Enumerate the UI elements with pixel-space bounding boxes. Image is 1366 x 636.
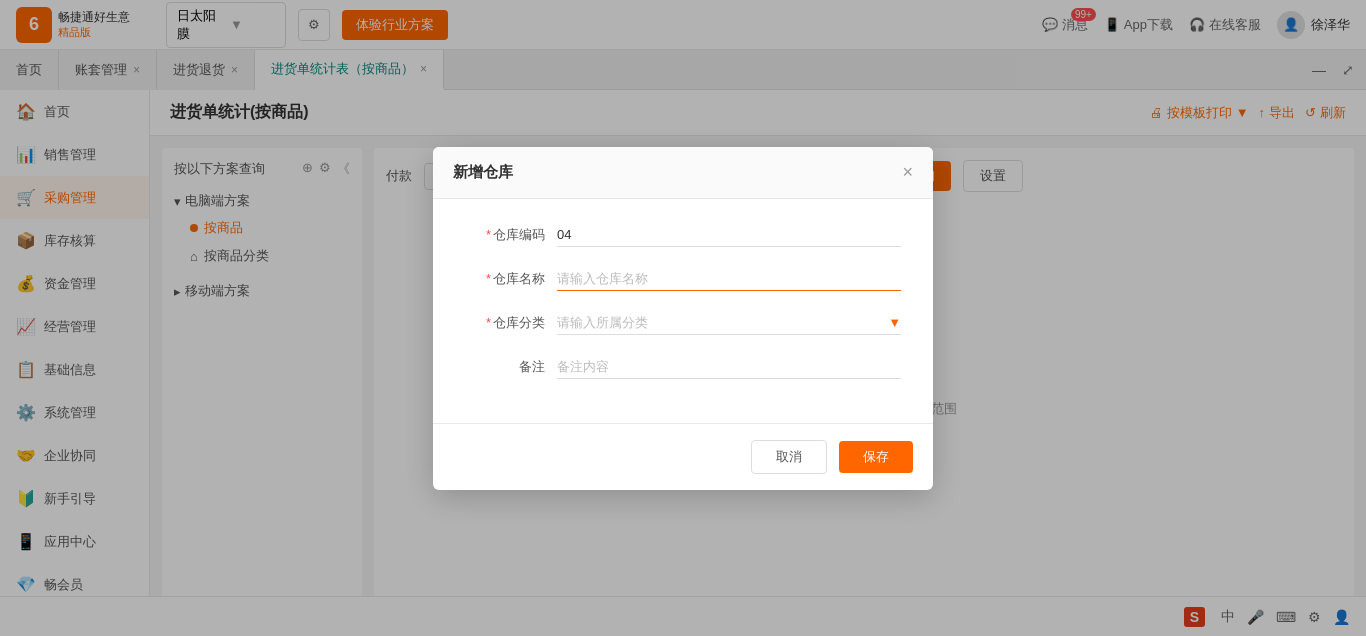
category-select-wrapper: ▼ [557,311,901,335]
cancel-button[interactable]: 取消 [751,440,827,474]
save-button[interactable]: 保存 [839,441,913,473]
remark-label: 备注 [465,358,545,376]
modal-footer: 取消 保存 [433,423,933,490]
modal-title: 新增仓库 [453,163,513,182]
name-label: 仓库名称 [465,270,545,288]
form-row-remark: 备注 [465,355,901,379]
modal-body: 仓库编码 仓库名称 仓库分类 ▼ 备注 [433,199,933,423]
remark-input[interactable] [557,355,901,379]
form-row-category: 仓库分类 ▼ [465,311,901,335]
category-label: 仓库分类 [465,314,545,332]
modal-new-warehouse: 新增仓库 × 仓库编码 仓库名称 仓库分类 ▼ 备注 [433,147,933,490]
code-input[interactable] [557,223,901,247]
name-input[interactable] [557,267,901,291]
modal-header: 新增仓库 × [433,147,933,199]
category-dropdown-icon[interactable]: ▼ [888,315,901,330]
category-input[interactable] [557,315,888,330]
modal-close-icon[interactable]: × [902,163,913,181]
modal-overlay: 新增仓库 × 仓库编码 仓库名称 仓库分类 ▼ 备注 [0,0,1366,636]
form-row-code: 仓库编码 [465,223,901,247]
form-row-name: 仓库名称 [465,267,901,291]
code-label: 仓库编码 [465,226,545,244]
